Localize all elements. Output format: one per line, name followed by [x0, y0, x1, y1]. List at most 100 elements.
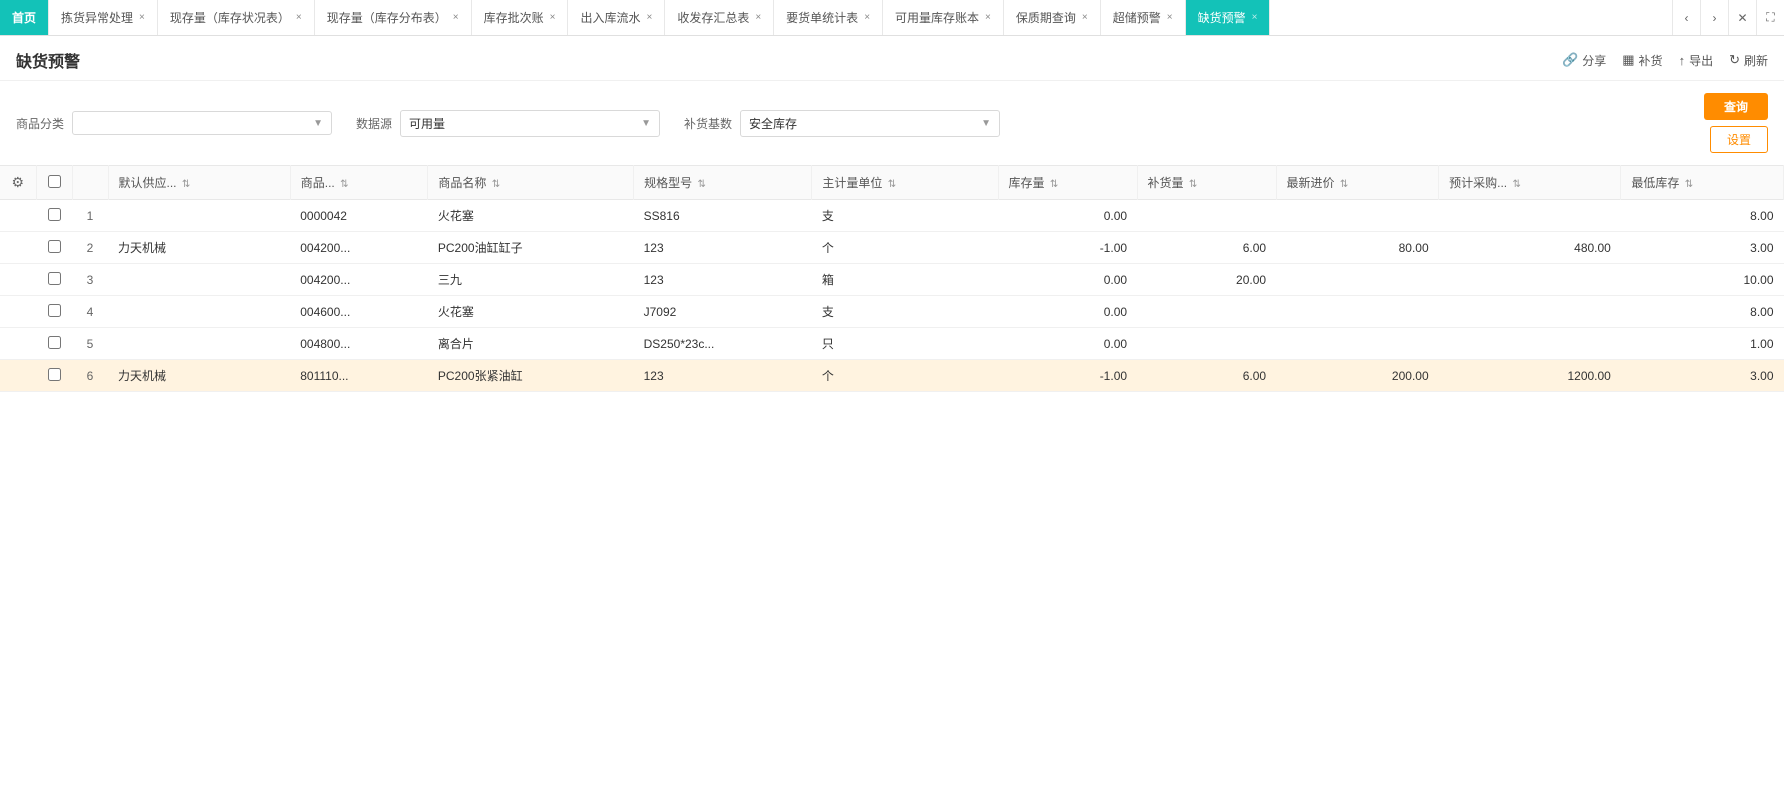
- nav-tab-exception[interactable]: 拣货异常处理 ×: [49, 0, 158, 35]
- sort-icon: ⇅: [340, 179, 348, 190]
- nav-tab-batch[interactable]: 库存批次账×: [472, 0, 569, 35]
- row-checkbox[interactable]: [48, 304, 61, 317]
- row-gear: [0, 200, 36, 232]
- share-button[interactable]: 🔗 分享: [1562, 52, 1606, 69]
- row-replenish: 6.00: [1137, 360, 1276, 392]
- nav-tab-close[interactable]: ×: [1167, 12, 1173, 23]
- row-checkbox[interactable]: [48, 240, 61, 253]
- nav-tab-home[interactable]: 首页: [0, 0, 49, 35]
- datasource-dropdown-icon: ▼: [641, 118, 651, 129]
- row-replenish: [1137, 200, 1276, 232]
- row-replenish: 20.00: [1137, 264, 1276, 296]
- row-checkbox[interactable]: [48, 336, 61, 349]
- col-header-replenish[interactable]: 补货量 ⇅: [1137, 166, 1276, 200]
- row-number: 3: [72, 264, 108, 296]
- row-checkbox-cell: [36, 200, 72, 232]
- category-filter-group: 商品分类 ▼: [16, 111, 332, 135]
- row-name: PC200油缸缸子: [428, 232, 634, 264]
- nav-close-btn[interactable]: ✕: [1728, 0, 1756, 36]
- nav-tab-close[interactable]: ×: [985, 12, 991, 23]
- col-header-spec[interactable]: 规格型号 ⇅: [634, 166, 812, 200]
- sort-icon: ⇅: [1050, 179, 1058, 190]
- nav-tab-overstock[interactable]: 超储预警 ×: [1101, 0, 1186, 35]
- nav-controls: ‹ › ✕ ⛶: [1672, 0, 1784, 36]
- nav-next-btn[interactable]: ›: [1700, 0, 1728, 36]
- row-checkbox-cell: [36, 264, 72, 296]
- col-header-code[interactable]: 商品... ⇅: [290, 166, 428, 200]
- nav-tab-flow[interactable]: 出入库流水 ×: [568, 0, 665, 35]
- row-number: 2: [72, 232, 108, 264]
- nav-tab-label: 拣货异常处理: [61, 9, 133, 26]
- nav-tab-expiry[interactable]: 保质期查询×: [1004, 0, 1101, 35]
- col-header-name[interactable]: 商品名称 ⇅: [428, 166, 634, 200]
- row-name: 离合片: [428, 328, 634, 360]
- col-header-stock[interactable]: 库存量 ⇅: [998, 166, 1137, 200]
- category-select[interactable]: ▼: [72, 111, 332, 135]
- nav-fullscreen-btn[interactable]: ⛶: [1756, 0, 1784, 36]
- col-header-unit[interactable]: 主计量单位 ⇅: [812, 166, 998, 200]
- row-checkbox[interactable]: [48, 272, 61, 285]
- col-header-supplier[interactable]: 默认供应... ⇅: [108, 166, 290, 200]
- row-checkbox[interactable]: [48, 368, 61, 381]
- nav-tab-close[interactable]: ×: [453, 12, 459, 23]
- settings-button[interactable]: 设置: [1710, 126, 1768, 153]
- col-header-minstock[interactable]: 最低库存 ⇅: [1621, 166, 1784, 200]
- row-code: 801110...: [290, 360, 428, 392]
- replenish-select[interactable]: 安全库存 ▼: [740, 110, 1000, 137]
- row-unit: 个: [812, 360, 998, 392]
- row-stock: 0.00: [998, 296, 1137, 328]
- nav-tab-inventory-status[interactable]: 现存量（库存状况表）×: [158, 0, 315, 35]
- nav-tab-close[interactable]: ×: [755, 12, 761, 23]
- row-spec: 123: [634, 360, 812, 392]
- nav-tab-close[interactable]: ×: [646, 12, 652, 23]
- row-supplier: [108, 200, 290, 232]
- category-dropdown-icon: ▼: [313, 118, 323, 129]
- query-button[interactable]: 查询: [1704, 93, 1768, 120]
- datasource-select[interactable]: 可用量 ▼: [400, 110, 660, 137]
- nav-prev-btn[interactable]: ‹: [1672, 0, 1700, 36]
- category-select-value: [81, 116, 305, 130]
- col-header-plan[interactable]: 预计采购... ⇅: [1439, 166, 1621, 200]
- row-minstock: 8.00: [1621, 296, 1784, 328]
- nav-tab-close[interactable]: ×: [139, 12, 145, 23]
- nav-tab-close[interactable]: ×: [296, 12, 302, 23]
- row-replenish: [1137, 328, 1276, 360]
- row-minstock: 8.00: [1621, 200, 1784, 232]
- filter-bar: 商品分类 ▼ 数据源 可用量 ▼ 补货基数 安全库存 ▼ 查询 设置: [0, 81, 1784, 165]
- row-checkbox-cell: [36, 232, 72, 264]
- nav-tab-close[interactable]: ×: [1082, 12, 1088, 23]
- replenish-dropdown-icon: ▼: [981, 118, 991, 129]
- select-all-checkbox[interactable]: [48, 175, 61, 188]
- nav-tab-close[interactable]: ×: [1252, 12, 1258, 23]
- page-header: 缺货预警 🔗 分享 ▦ 补货 ↑ 导出 ↻ 刷新: [0, 36, 1784, 81]
- top-nav: 首页拣货异常处理×现存量（库存状况表）×现存量（库存分布表）×库存批次账×出入库…: [0, 0, 1784, 36]
- row-plan: 480.00: [1439, 232, 1621, 264]
- replenish-button[interactable]: ▦ 补货: [1622, 52, 1662, 69]
- row-number: 6: [72, 360, 108, 392]
- row-checkbox[interactable]: [48, 208, 61, 221]
- gear-icon[interactable]: ⚙: [11, 174, 24, 190]
- row-stock: 0.00: [998, 200, 1137, 232]
- nav-tab-available[interactable]: 可用量库存账本 ×: [883, 0, 1004, 35]
- nav-tab-label: 可用量库存账本: [895, 9, 979, 26]
- nav-tab-close[interactable]: ×: [550, 12, 556, 23]
- refresh-icon: ↻: [1729, 52, 1740, 68]
- col-header-price[interactable]: 最新进价 ⇅: [1276, 166, 1439, 200]
- refresh-button[interactable]: ↻ 刷新: [1729, 52, 1768, 69]
- nav-tab-shortage[interactable]: 缺货预警×: [1186, 0, 1271, 35]
- nav-tab-close[interactable]: ×: [864, 12, 870, 23]
- export-button[interactable]: ↑ 导出: [1679, 52, 1714, 69]
- table-row: 5004800...离合片DS250*23c...只0.001.00: [0, 328, 1784, 360]
- nav-tab-receipt[interactable]: 收发存汇总表×: [665, 0, 774, 35]
- row-plan: [1439, 328, 1621, 360]
- nav-tab-label: 要货单统计表: [786, 9, 858, 26]
- row-unit: 支: [812, 296, 998, 328]
- nav-tab-demand[interactable]: 要货单统计表 ×: [774, 0, 883, 35]
- nav-tab-label: 超储预警: [1113, 9, 1161, 26]
- replenish-icon: ▦: [1622, 52, 1634, 68]
- datasource-filter-group: 数据源 可用量 ▼: [356, 110, 660, 137]
- nav-tab-label: 出入库流水: [580, 9, 640, 26]
- sort-icon: ⇅: [1685, 179, 1693, 190]
- nav-tab-label: 现存量（库存分布表）: [327, 9, 447, 26]
- nav-tab-inventory-dist[interactable]: 现存量（库存分布表） ×: [315, 0, 472, 35]
